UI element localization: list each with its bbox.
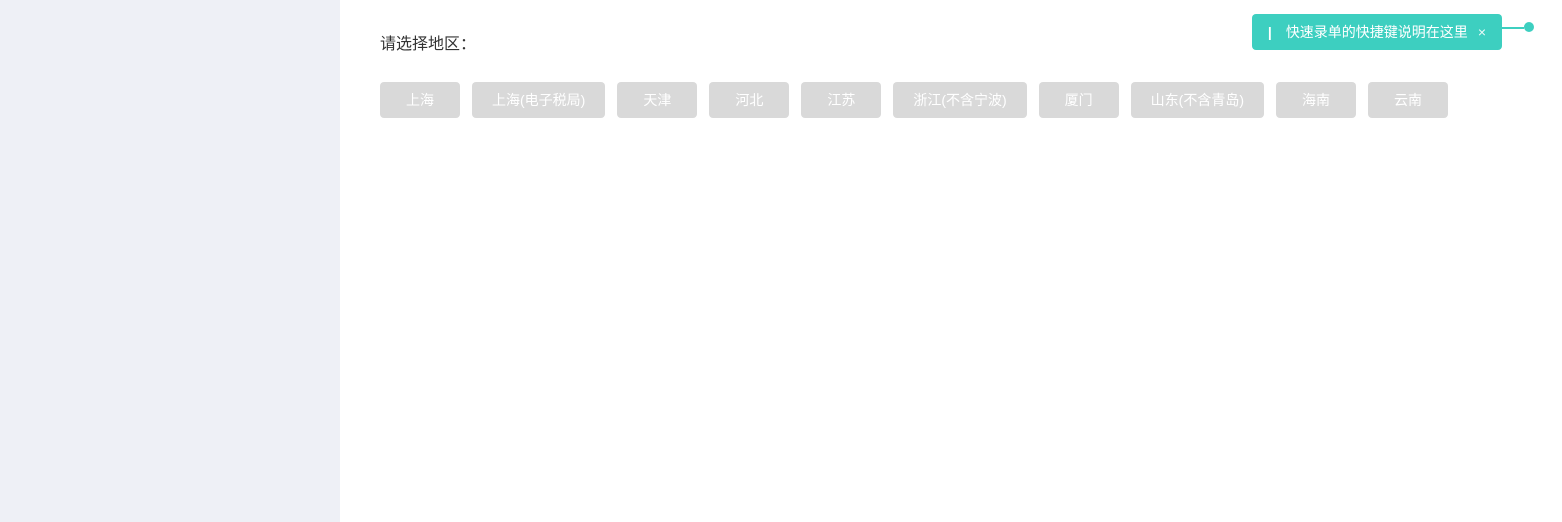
- region-btn-shanghai-etax[interactable]: 上海(电子税局): [472, 82, 605, 118]
- tooltip-text: 快速录单的快捷键说明在这里: [1286, 22, 1468, 42]
- region-btn-hainan[interactable]: 海南: [1276, 82, 1356, 118]
- region-buttons: 上海上海(电子税局) 天津河北江苏浙江(不含宁波) 厦门山东(不含青岛) 海南云南: [380, 82, 1522, 118]
- region-btn-jiangsu[interactable]: 江苏: [801, 82, 881, 118]
- region-btn-shanghai[interactable]: 上海: [380, 82, 460, 118]
- region-btn-yunnan[interactable]: 云南: [1368, 82, 1448, 118]
- left-sidebar: [0, 0, 340, 522]
- region-btn-zhejiang[interactable]: 浙江(不含宁波): [893, 82, 1026, 118]
- region-btn-tianjin[interactable]: 天津: [617, 82, 697, 118]
- main-content: 请选择地区： 上海上海(电子税局)天津河北江苏浙江(不含宁波)厦门山东(不含青岛…: [340, 0, 1562, 522]
- tooltip-dot: [1524, 22, 1534, 32]
- tooltip-line: [1502, 27, 1524, 29]
- region-btn-shandong[interactable]: 山东(不含青岛): [1131, 82, 1264, 118]
- region-btn-hebei[interactable]: 河北: [709, 82, 789, 118]
- tooltip-banner: 快速录单的快捷键说明在这里 ×: [1252, 14, 1502, 50]
- tooltip-close-button[interactable]: ×: [1478, 24, 1486, 40]
- region-btn-xiamen[interactable]: 厦门: [1039, 82, 1119, 118]
